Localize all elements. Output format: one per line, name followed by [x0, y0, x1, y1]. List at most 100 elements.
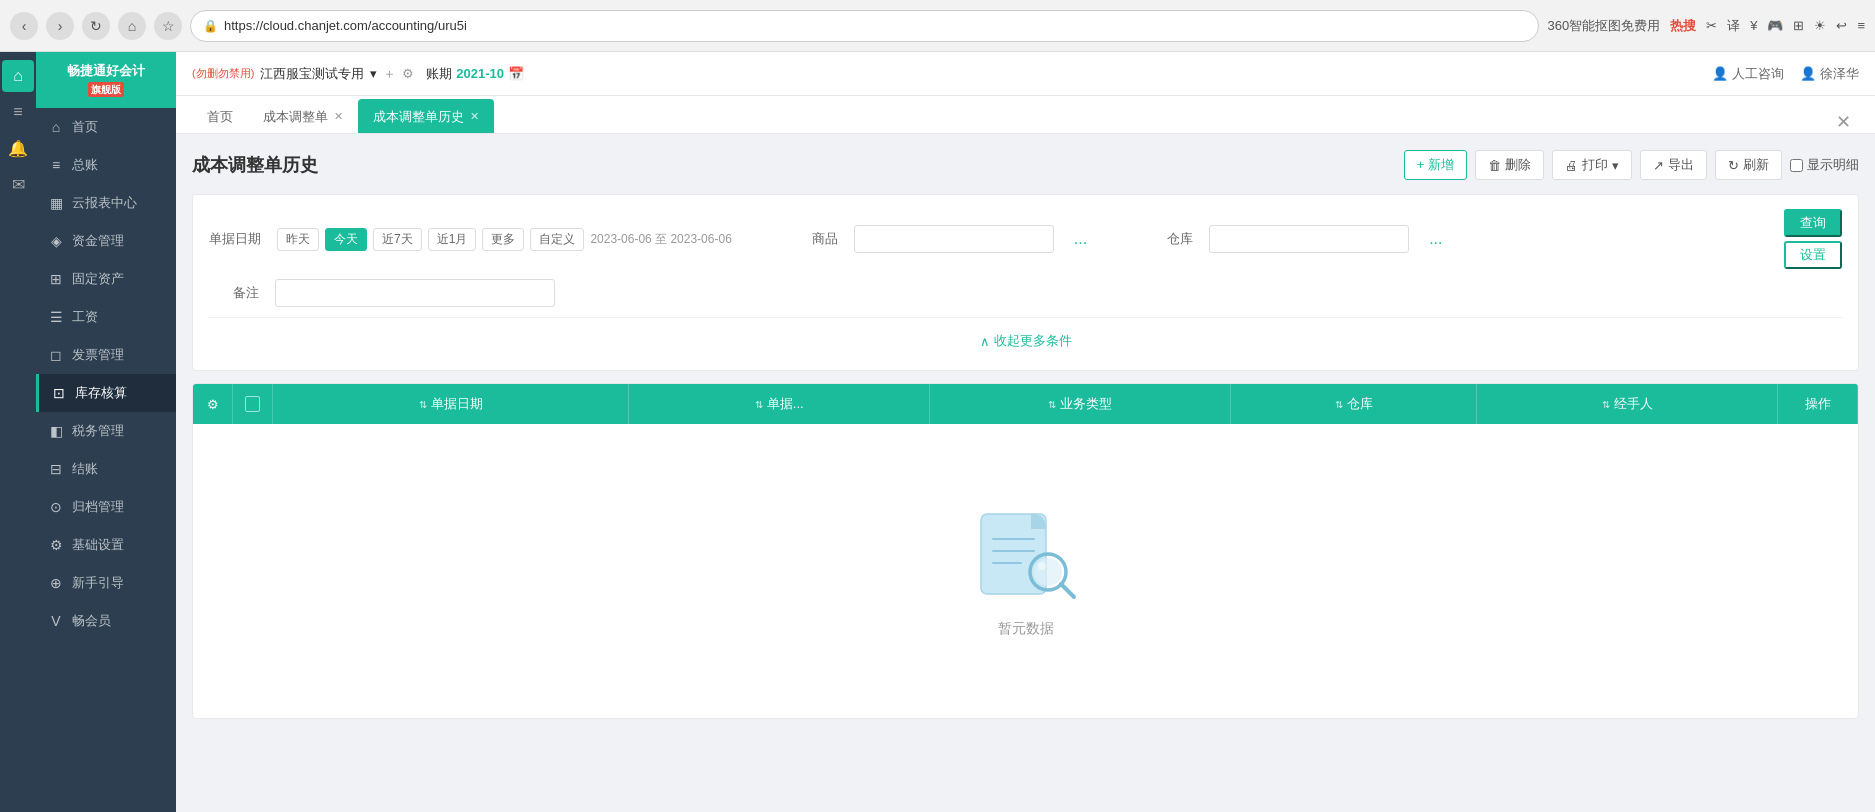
sidebar-item-close-period[interactable]: ⊟ 结账: [36, 450, 176, 488]
forward-button[interactable]: ›: [46, 12, 74, 40]
th-checkbox[interactable]: [233, 384, 273, 424]
export-button[interactable]: ↗ 导出: [1640, 150, 1707, 180]
sidebar-item-payroll[interactable]: ☰ 工资: [36, 298, 176, 336]
table-header: ⚙ ⇅ 单据日期 ⇅ 单据... ⇅ 业务类型: [193, 384, 1858, 424]
sidebar: 畅捷通好会计 旗舰版 ⌂ 首页 ≡ 总账 ▦ 云报表中心 ◈ 资金管理 ⊞: [36, 52, 176, 812]
svg-point-7: [1038, 562, 1046, 570]
tab-cost-adjust-close[interactable]: ✕: [334, 110, 343, 123]
date-btn-yesterday[interactable]: 昨天: [277, 228, 319, 251]
tab-bar-window-close[interactable]: ✕: [1828, 111, 1859, 133]
sidebar-item-reports[interactable]: ▦ 云报表中心: [36, 184, 176, 222]
print-button[interactable]: 🖨 打印 ▾: [1552, 150, 1632, 180]
back-button[interactable]: ‹: [10, 12, 38, 40]
sidebar-label-close-period: 结账: [72, 460, 98, 478]
query-button[interactable]: 查询: [1784, 209, 1842, 237]
display-cols-toggle[interactable]: 显示明细: [1790, 156, 1859, 174]
collapse-btn[interactable]: ∧ 收起更多条件: [209, 326, 1842, 356]
tab-home[interactable]: 首页: [192, 99, 248, 133]
th-biztype[interactable]: ⇅ 业务类型: [930, 384, 1231, 424]
reload-button[interactable]: ↻: [82, 12, 110, 40]
browser-tools: 360智能抠图免费用 热搜 ✂ 译 ¥ 🎮 ⊞ ☀ ↩ ≡: [1547, 17, 1865, 35]
star-button[interactable]: ☆: [154, 12, 182, 40]
date-btn-custom[interactable]: 自定义: [530, 228, 584, 251]
sidebar-item-fixed-assets[interactable]: ⊞ 固定资产: [36, 260, 176, 298]
tab-cost-adjust[interactable]: 成本调整单 ✕: [248, 99, 358, 133]
tab-cost-adjust-history[interactable]: 成本调整单历史 ✕: [358, 99, 494, 133]
sidebar-item-guide[interactable]: ⊕ 新手引导: [36, 564, 176, 602]
settings-button[interactable]: 设置: [1784, 241, 1842, 269]
sidebar-item-settings[interactable]: ⚙ 基础设置: [36, 526, 176, 564]
calendar-icon[interactable]: 📅: [508, 66, 524, 81]
sidebar-item-invoice[interactable]: ◻ 发票管理: [36, 336, 176, 374]
th-warehouse[interactable]: ⇅ 仓库: [1231, 384, 1477, 424]
goods-more-btn[interactable]: ...: [1074, 230, 1087, 248]
sidebar-item-tax[interactable]: ◧ 税务管理: [36, 412, 176, 450]
sidebar-label-inventory: 库存核算: [75, 384, 127, 402]
display-cols-checkbox[interactable]: [1790, 159, 1803, 172]
svg-line-6: [1061, 584, 1074, 597]
undo-icon[interactable]: ↩: [1836, 18, 1847, 33]
date-filter-label: 单据日期: [209, 230, 261, 248]
home-button[interactable]: ⌂: [118, 12, 146, 40]
warehouse-more-btn[interactable]: ...: [1429, 230, 1442, 248]
refresh-button[interactable]: ↻ 刷新: [1715, 150, 1782, 180]
filter-row-date: 单据日期 昨天 今天 近7天 近1月 更多 自定义 2023-06-06 至 2…: [209, 209, 1842, 269]
translate-icon[interactable]: 译: [1727, 17, 1740, 35]
filter-area: 单据日期 昨天 今天 近7天 近1月 更多 自定义 2023-06-06 至 2…: [192, 194, 1859, 371]
topbar: (勿删勿禁用) 江西服宝测试专用 ▾ ＋ ⚙ 账期 2021-10 📅 👤 人工…: [176, 52, 1875, 96]
th-billno[interactable]: ⇅ 单据...: [629, 384, 930, 424]
wallet-icon[interactable]: ¥: [1750, 18, 1757, 33]
consultant-icon: 👤: [1712, 66, 1728, 81]
sort-icon-date: ⇅: [419, 399, 427, 410]
sidebar-item-ledger[interactable]: ≡ 总账: [36, 146, 176, 184]
th-date[interactable]: ⇅ 单据日期: [273, 384, 629, 424]
sidebar-item-inventory[interactable]: ⊡ 库存核算: [36, 374, 176, 412]
date-btn-more[interactable]: 更多: [482, 228, 524, 251]
th-handler[interactable]: ⇅ 经手人: [1477, 384, 1778, 424]
ledger-icon: ≡: [48, 157, 64, 173]
fixed-assets-icon: ⊞: [48, 271, 64, 287]
app-wrapper: ⌂ ≡ 🔔 ✉ 畅捷通好会计 旗舰版 ⌂ 首页 ≡ 总账 ▦ 云报表中心: [0, 52, 1875, 812]
goods-filter-label: 商品: [788, 230, 838, 248]
sidebar-item-capital[interactable]: ◈ 资金管理: [36, 222, 176, 260]
company-settings-icon[interactable]: ⚙: [402, 66, 414, 81]
user-area[interactable]: 👤 徐泽华: [1800, 65, 1859, 83]
sidebar-item-home[interactable]: ⌂ 首页: [36, 108, 176, 146]
icon-bar-home[interactable]: ⌂: [2, 60, 34, 92]
apps-icon[interactable]: ⊞: [1793, 18, 1804, 33]
sidebar-item-vip[interactable]: V 畅会员: [36, 602, 176, 640]
table-container: ⚙ ⇅ 单据日期 ⇅ 单据... ⇅ 业务类型: [192, 383, 1859, 719]
remark-input[interactable]: [275, 279, 555, 307]
header-checkbox[interactable]: [245, 396, 260, 412]
sidebar-label-capital: 资金管理: [72, 232, 124, 250]
delete-button[interactable]: 🗑 删除: [1475, 150, 1544, 180]
warehouse-filter-label: 仓库: [1143, 230, 1193, 248]
url-bar[interactable]: 🔒 https://cloud.chanjet.com/accounting/u…: [190, 10, 1539, 42]
brightness-icon[interactable]: ☀: [1814, 18, 1826, 33]
tab-cost-adjust-history-close[interactable]: ✕: [470, 110, 479, 123]
menu-icon[interactable]: ≡: [1857, 18, 1865, 33]
warehouse-input[interactable]: [1209, 225, 1409, 253]
remark-filter-label: 备注: [209, 284, 259, 302]
date-btn-1month[interactable]: 近1月: [428, 228, 477, 251]
sidebar-label-home: 首页: [72, 118, 98, 136]
sort-icon-handler: ⇅: [1602, 399, 1610, 410]
game-icon[interactable]: 🎮: [1767, 18, 1783, 33]
empty-state: 暂元数据: [193, 424, 1858, 718]
consultant-btn[interactable]: 👤 人工咨询: [1712, 65, 1784, 83]
date-btn-today[interactable]: 今天: [325, 228, 367, 251]
date-range-display: 2023-06-06 至 2023-06-06: [590, 231, 731, 248]
cut-icon[interactable]: ✂: [1706, 18, 1717, 33]
th-settings[interactable]: ⚙: [193, 384, 233, 424]
goods-input[interactable]: [854, 225, 1054, 253]
sidebar-item-archive[interactable]: ⊙ 归档管理: [36, 488, 176, 526]
tab-home-label: 首页: [207, 108, 233, 126]
page-actions: + 新增 🗑 删除 🖨 打印 ▾ ↗ 导出 ↻: [1404, 150, 1859, 180]
company-dropdown-icon[interactable]: ▾: [370, 66, 377, 81]
add-company-icon[interactable]: ＋: [383, 65, 396, 83]
date-btn-7days[interactable]: 近7天: [373, 228, 422, 251]
add-button[interactable]: + 新增: [1404, 150, 1467, 180]
icon-bar-ledger[interactable]: ≡: [2, 96, 34, 128]
icon-bar-notification[interactable]: 🔔: [2, 132, 34, 164]
icon-bar-messages[interactable]: ✉: [2, 168, 34, 200]
